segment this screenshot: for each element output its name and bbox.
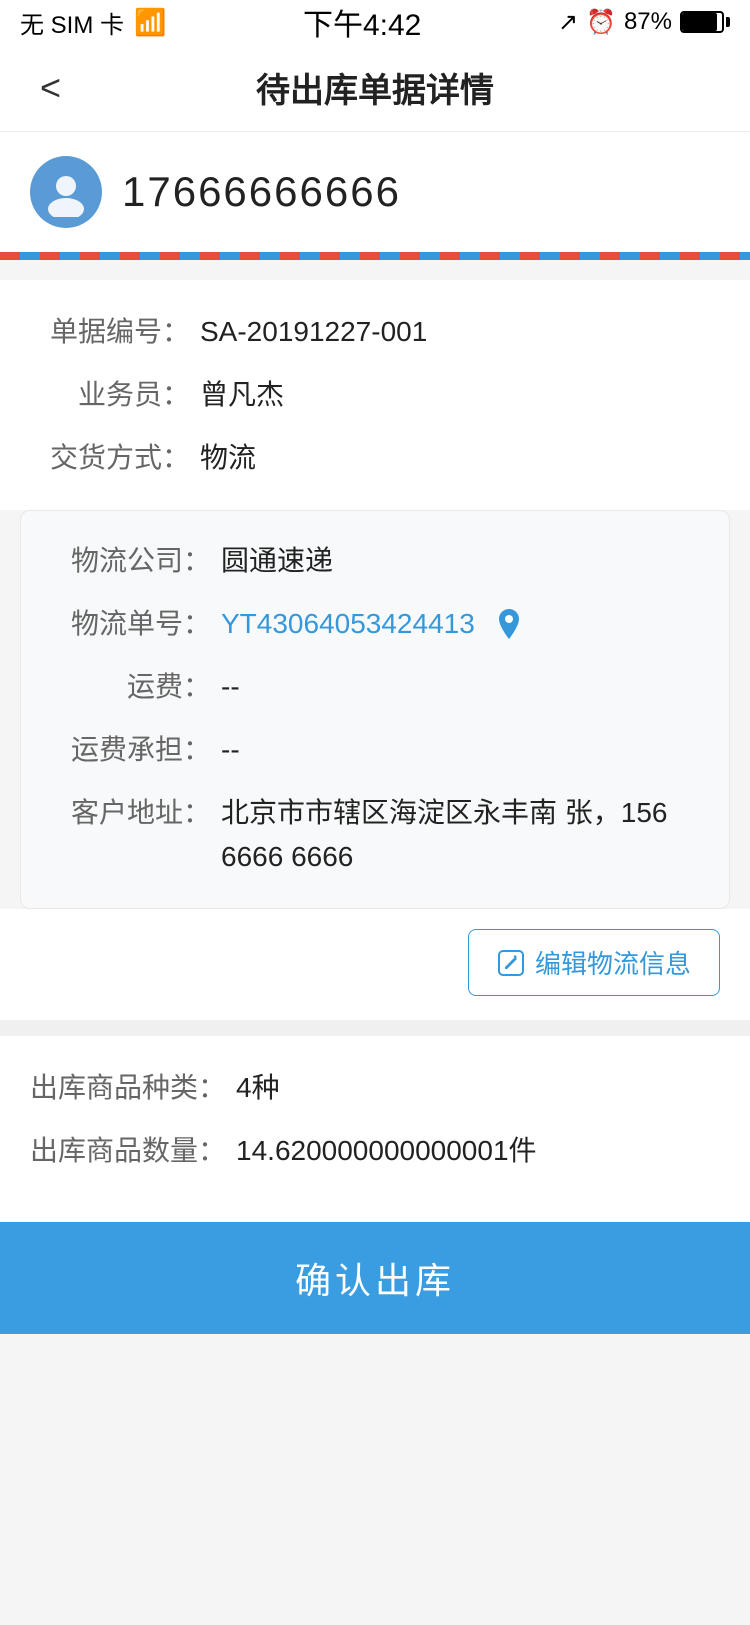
battery-text: 87% <box>624 8 672 36</box>
freight-bear-value: -- <box>211 728 699 773</box>
address-row: 客户地址： 北京市市辖区海淀区永丰南 张，156 6666 6666 <box>51 791 699 881</box>
location-icon: ↗ <box>558 8 578 37</box>
edit-logistics-label: 编辑物流信息 <box>535 944 691 981</box>
order-no-label: 单据编号： <box>30 310 190 355</box>
logistics-company-value: 圆通速递 <box>211 539 699 584</box>
status-left: 无 SIM 卡 📶 <box>20 5 166 40</box>
freight-bear-label: 运费承担： <box>51 728 211 773</box>
edit-icon <box>497 949 525 977</box>
salesman-value: 曾凡杰 <box>190 373 720 418</box>
back-button[interactable]: < <box>30 57 71 119</box>
goods-types-value: 4种 <box>226 1066 720 1111</box>
freight-label: 运费： <box>51 665 211 710</box>
tracking-value[interactable]: YT43064053424413 <box>211 602 699 647</box>
address-label: 客户地址： <box>51 791 211 836</box>
freight-value: -- <box>211 665 699 710</box>
order-no-value: SA-20191227-001 <box>190 310 720 355</box>
tracking-row: 物流单号： YT43064053424413 <box>51 602 699 647</box>
location-icon[interactable] <box>489 605 529 645</box>
confirm-button-wrap: 确认出库 <box>0 1222 750 1334</box>
delivery-label: 交货方式： <box>30 436 190 481</box>
order-no-row: 单据编号： SA-20191227-001 <box>30 310 720 355</box>
delivery-value: 物流 <box>190 436 720 481</box>
avatar <box>30 156 102 228</box>
tracking-label: 物流单号： <box>51 602 211 647</box>
salesman-row: 业务员： 曾凡杰 <box>30 373 720 418</box>
section-divider <box>0 1020 750 1036</box>
logistics-company-row: 物流公司： 圆通速递 <box>51 539 699 584</box>
address-value: 北京市市辖区海淀区永丰南 张，156 6666 6666 <box>211 791 699 881</box>
goods-types-label: 出库商品种类： <box>30 1066 226 1111</box>
alarm-icon: ⏰ <box>586 8 616 37</box>
wifi-icon: 📶 <box>134 7 166 38</box>
freight-row: 运费： -- <box>51 665 699 710</box>
goods-quantity-row: 出库商品数量： 14.620000000000001件 <box>30 1129 720 1174</box>
logistics-company-label: 物流公司： <box>51 539 211 584</box>
edit-logistics-button[interactable]: 编辑物流信息 <box>468 929 720 996</box>
confirm-button[interactable]: 确认出库 <box>0 1252 750 1304</box>
goods-quantity-value: 14.620000000000001件 <box>226 1129 720 1174</box>
bottom-spacer <box>0 1315 750 1515</box>
carrier-text: 无 SIM 卡 <box>20 5 124 40</box>
status-bar: 无 SIM 卡 📶 下午4:42 ↗ ⏰ 87% <box>0 0 750 44</box>
salesman-label: 业务员： <box>30 373 190 418</box>
time-text: 下午4:42 <box>303 0 421 44</box>
logistics-section: 物流公司： 圆通速递 物流单号： YT43064053424413 运费： --… <box>20 510 730 909</box>
nav-bar: < 待出库单据详情 <box>0 44 750 132</box>
edit-logistics-area: 编辑物流信息 <box>0 909 750 1020</box>
freight-bear-row: 运费承担： -- <box>51 728 699 773</box>
page-title: 待出库单据详情 <box>256 63 494 112</box>
user-phone: 17666666666 <box>122 168 401 216</box>
status-right: ↗ ⏰ 87% <box>558 8 730 37</box>
goods-types-row: 出库商品种类： 4种 <box>30 1066 720 1111</box>
battery-icon <box>680 11 730 33</box>
dashed-divider <box>0 252 750 260</box>
basic-info-section: 单据编号： SA-20191227-001 业务员： 曾凡杰 交货方式： 物流 <box>0 280 750 510</box>
goods-section: 出库商品种类： 4种 出库商品数量： 14.620000000000001件 <box>0 1036 750 1204</box>
delivery-row: 交货方式： 物流 <box>30 436 720 481</box>
user-header: 17666666666 <box>0 132 750 252</box>
goods-quantity-label: 出库商品数量： <box>30 1129 226 1174</box>
